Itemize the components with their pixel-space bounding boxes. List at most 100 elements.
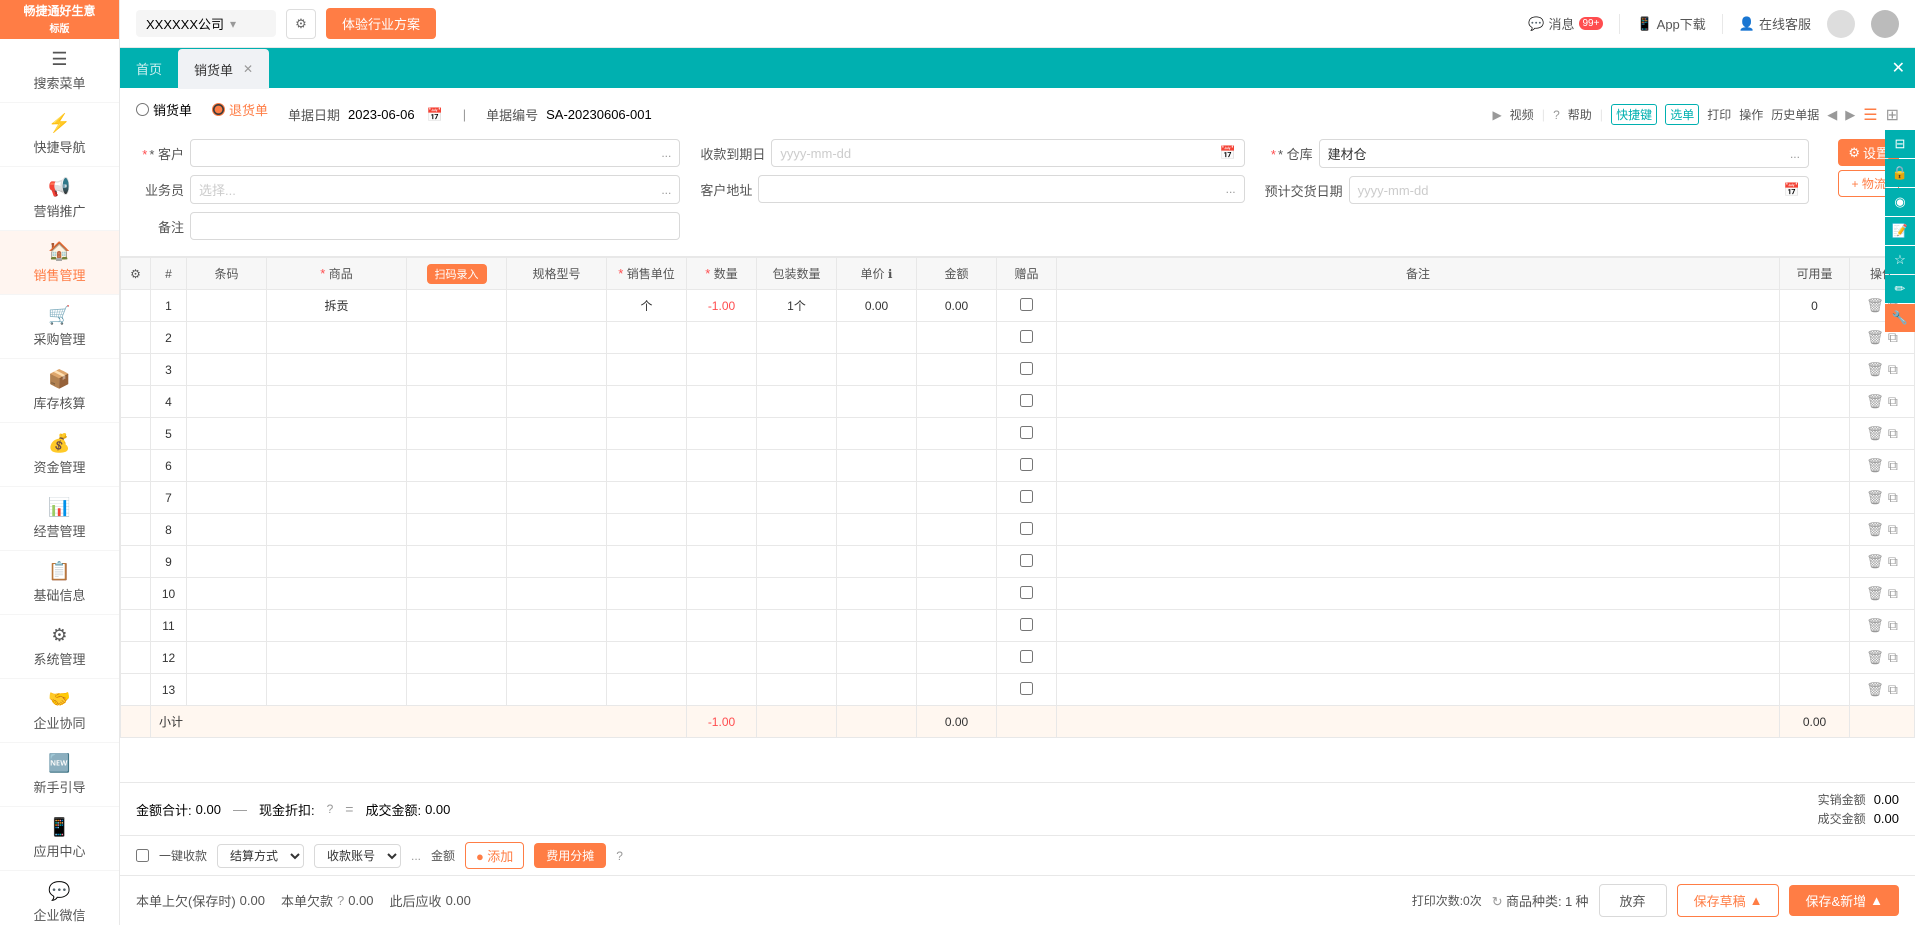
cell-qty-5[interactable] [687, 450, 757, 482]
total-owe-icon[interactable]: ? [337, 893, 344, 908]
toolbar-grid-view-icon[interactable]: ⊞ [1886, 105, 1899, 125]
cell-qty-9[interactable] [687, 578, 757, 610]
toolbar-list-view-icon[interactable]: ☰ [1863, 105, 1877, 125]
cell-spec-5[interactable] [507, 450, 607, 482]
cell-spec2-8[interactable] [407, 546, 507, 578]
split-cost-button[interactable]: 费用分摊 [534, 843, 606, 868]
discount-help-icon[interactable]: ? [327, 802, 334, 816]
cell-barcode-0[interactable] [187, 290, 267, 322]
right-tool-eye[interactable]: ◉ [1885, 188, 1915, 216]
cell-qty-3[interactable] [687, 386, 757, 418]
cell-remark-9[interactable] [1057, 578, 1780, 610]
cell-gift-6[interactable] [997, 482, 1057, 514]
copy-icon-5[interactable]: ⧉ [1888, 457, 1898, 474]
copy-icon-8[interactable]: ⧉ [1888, 553, 1898, 570]
cell-unit-8[interactable] [607, 546, 687, 578]
cell-pkgqty-11[interactable] [757, 642, 837, 674]
cell-price-11[interactable] [837, 642, 917, 674]
cell-spec2-0[interactable] [407, 290, 507, 322]
cell-gift-11[interactable] [997, 642, 1057, 674]
cell-price-1[interactable] [837, 322, 917, 354]
copy-icon-4[interactable]: ⧉ [1888, 425, 1898, 442]
right-tool-lock[interactable]: 🔒 [1885, 159, 1915, 187]
cell-price-4[interactable] [837, 418, 917, 450]
cell-pkgqty-1[interactable] [757, 322, 837, 354]
cell-spec2-6[interactable] [407, 482, 507, 514]
cell-remark-11[interactable] [1057, 642, 1780, 674]
cell-gift-2[interactable] [997, 354, 1057, 386]
sidebar-item-guide[interactable]: 🆕 新手引导 [0, 743, 119, 807]
cell-barcode-8[interactable] [187, 546, 267, 578]
cell-spec-0[interactable] [507, 290, 607, 322]
cell-goods-4[interactable] [267, 418, 407, 450]
delete-icon-7[interactable]: 🗑 [1866, 521, 1884, 538]
cell-pkgqty-4[interactable] [757, 418, 837, 450]
cell-amount-8[interactable] [917, 546, 997, 578]
cell-spec-4[interactable] [507, 418, 607, 450]
cell-gift-7[interactable] [997, 514, 1057, 546]
cell-gift-4[interactable] [997, 418, 1057, 450]
cell-remark-5[interactable] [1057, 450, 1780, 482]
cell-barcode-1[interactable] [187, 322, 267, 354]
cell-spec-11[interactable] [507, 642, 607, 674]
cell-gift-5[interactable] [997, 450, 1057, 482]
cell-gift-8[interactable] [997, 546, 1057, 578]
account-select[interactable]: 收款账号 [314, 844, 401, 868]
cell-unit-0[interactable]: 个 [607, 290, 687, 322]
tab-sales-order[interactable]: 销货单 ✕ [178, 49, 269, 89]
cell-amount-12[interactable] [917, 674, 997, 706]
copy-icon-12[interactable]: ⧉ [1888, 681, 1898, 698]
cell-barcode-5[interactable] [187, 450, 267, 482]
cell-pkgqty-9[interactable] [757, 578, 837, 610]
cell-amount-3[interactable] [917, 386, 997, 418]
cell-barcode-11[interactable] [187, 642, 267, 674]
cell-barcode-4[interactable] [187, 418, 267, 450]
cell-gift-1[interactable] [997, 322, 1057, 354]
cell-qty-7[interactable] [687, 514, 757, 546]
toolbar-select-btn[interactable]: 选单 [1665, 104, 1699, 125]
refresh-icon[interactable]: ↻ [1492, 894, 1503, 909]
copy-icon-10[interactable]: ⧉ [1888, 617, 1898, 634]
cell-unit-1[interactable] [607, 322, 687, 354]
delete-icon-12[interactable]: 🗑 [1866, 681, 1884, 698]
cell-price-12[interactable] [837, 674, 917, 706]
cell-qty-2[interactable] [687, 354, 757, 386]
cell-barcode-2[interactable] [187, 354, 267, 386]
delete-icon-5[interactable]: 🗑 [1866, 457, 1884, 474]
toolbar-next-icon[interactable]: ▶ [1845, 107, 1855, 123]
sidebar-item-marketing[interactable]: 📢 营销推广 [0, 167, 119, 231]
th-settings[interactable]: ⚙ [121, 258, 151, 290]
cell-goods-11[interactable] [267, 642, 407, 674]
cell-goods-10[interactable] [267, 610, 407, 642]
message-button[interactable]: 💬 消息 99+ [1528, 14, 1603, 33]
copy-icon-9[interactable]: ⧉ [1888, 585, 1898, 602]
cell-barcode-3[interactable] [187, 386, 267, 418]
cell-qty-0[interactable]: -1.00 [687, 290, 757, 322]
cell-gift-12[interactable] [997, 674, 1057, 706]
cell-unit-11[interactable] [607, 642, 687, 674]
remark-input[interactable] [190, 212, 680, 240]
cell-amount-6[interactable] [917, 482, 997, 514]
cell-unit-3[interactable] [607, 386, 687, 418]
save-new-button[interactable]: 保存&新增 ▲ [1789, 885, 1899, 916]
cell-remark-7[interactable] [1057, 514, 1780, 546]
cell-amount-10[interactable] [917, 610, 997, 642]
toolbar-help-btn[interactable]: 帮助 [1568, 106, 1592, 123]
cell-remark-8[interactable] [1057, 546, 1780, 578]
right-tool-alert[interactable]: 🔧 [1885, 304, 1915, 332]
delete-icon-2[interactable]: 🗑 [1866, 361, 1884, 378]
customer-input[interactable]: ... [190, 139, 680, 167]
cell-spec-10[interactable] [507, 610, 607, 642]
cell-spec-12[interactable] [507, 674, 607, 706]
settings-gear-button[interactable]: ⚙ [286, 9, 316, 39]
toolbar-history-btn[interactable]: 历史单据 [1771, 106, 1819, 123]
expected-delivery-input[interactable]: yyyy-mm-dd 📅 [1349, 176, 1809, 204]
cell-spec2-1[interactable] [407, 322, 507, 354]
cell-remark-12[interactable] [1057, 674, 1780, 706]
cell-price-6[interactable] [837, 482, 917, 514]
sidebar-item-search[interactable]: ☰ 搜索菜单 [0, 39, 119, 103]
cell-pkgqty-10[interactable] [757, 610, 837, 642]
delete-icon-0[interactable]: 🗑 [1866, 297, 1884, 314]
cell-remark-10[interactable] [1057, 610, 1780, 642]
sidebar-item-operations[interactable]: 📊 经营管理 [0, 487, 119, 551]
